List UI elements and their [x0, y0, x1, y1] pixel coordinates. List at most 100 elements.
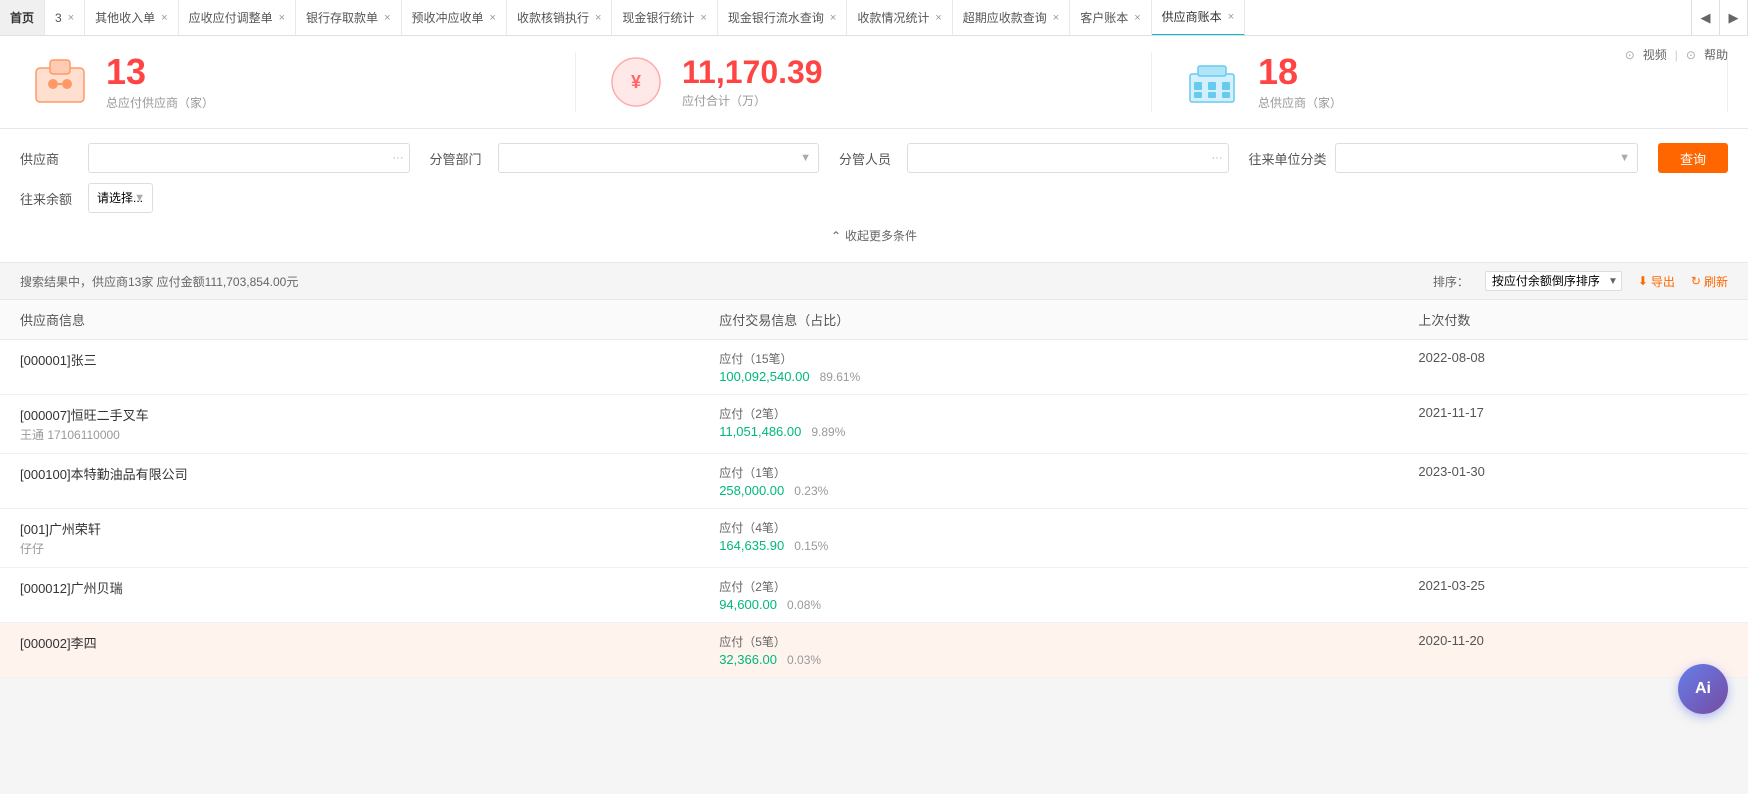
nav-close-bank[interactable]: × — [384, 12, 390, 24]
supplier-link[interactable]: [000002]李四 — [20, 636, 97, 651]
person-label: 分管人员 — [839, 149, 899, 168]
category-select[interactable] — [1335, 143, 1638, 173]
filter-department: 分管部门 ▼ — [430, 143, 820, 173]
supplier-link[interactable]: [000100]本特勤油品有限公司 — [20, 467, 188, 482]
col-supplier-info: 供应商信息 — [0, 300, 699, 340]
nav-tab-3[interactable]: 3 × — [45, 0, 85, 36]
export-label: 导出 — [1651, 273, 1675, 290]
nav-cash-bank-flow-label: 现金银行流水查询 — [728, 9, 824, 26]
circle-icon-2: ⊙ — [1686, 48, 1696, 62]
transaction-info-cell: 应付（1笔）258,000.000.23% — [699, 454, 1398, 509]
filter-person: 分管人员 ··· — [839, 143, 1229, 173]
sort-select[interactable]: 按应付余额倒序排序 — [1485, 271, 1622, 291]
refresh-button[interactable]: ↻ 刷新 — [1691, 273, 1728, 290]
transaction-percent: 0.15% — [794, 539, 828, 553]
supplier-link[interactable]: [001]广州荣轩 — [20, 522, 101, 537]
nav-prev-arrow[interactable]: ◀ — [1692, 0, 1720, 36]
filter-balance: 往来余额 请选择... ▼ — [20, 183, 153, 213]
nav-next-arrow[interactable]: ▶ — [1720, 0, 1748, 36]
export-icon: ⬇ — [1638, 274, 1648, 288]
export-button[interactable]: ⬇ 导出 — [1638, 273, 1675, 290]
supplier-info-cell: [000002]李四 — [0, 623, 699, 678]
transaction-label: 应付（2笔） — [719, 578, 1378, 595]
nav-close-customer-ledger[interactable]: × — [1134, 12, 1140, 24]
nav-close-prepay[interactable]: × — [490, 12, 496, 24]
department-select[interactable] — [498, 143, 820, 173]
table-row: [000001]张三应付（15笔）100,092,540.0089.61%202… — [0, 340, 1748, 395]
last-payment-cell: 2021-11-17 — [1398, 395, 1748, 454]
nav-close-overdue-ar[interactable]: × — [1053, 12, 1059, 24]
stat-1-content: 13 总应付供应商（家） — [106, 54, 214, 111]
supplier-info-cell: [000001]张三 — [0, 340, 699, 395]
supplier-input-dots[interactable]: ··· — [393, 152, 404, 164]
nav-close-3[interactable]: × — [68, 12, 74, 24]
transaction-percent: 0.23% — [794, 484, 828, 498]
nav-bank-label: 银行存取款单 — [306, 9, 378, 26]
transaction-info-cell: 应付（5笔）32,366.000.03% — [699, 623, 1398, 678]
balance-label: 往来余额 — [20, 189, 80, 208]
ai-button[interactable]: Ai — [1678, 664, 1728, 714]
query-button[interactable]: 查询 — [1658, 143, 1728, 173]
nav-cash-bank-stat-label: 现金银行统计 — [622, 9, 694, 26]
top-navigation: 首页 3 × 其他收入单 × 应收应付调整单 × 银行存取款单 × 预收冲应收单… — [0, 0, 1748, 36]
video-link[interactable]: 视频 — [1643, 46, 1667, 63]
collapse-button[interactable]: ⌃ 收起更多条件 — [20, 223, 1728, 248]
nav-close-receipt-verify[interactable]: × — [595, 12, 601, 24]
nav-other-income-label: 其他收入单 — [95, 9, 155, 26]
nav-tab-customer-ledger[interactable]: 客户账本 × — [1070, 0, 1151, 36]
filter-row-1: 供应商 ··· 分管部门 ▼ 分管人员 ··· 往来单位分类 — [20, 143, 1728, 173]
nav-customer-ledger-label: 客户账本 — [1080, 9, 1128, 26]
nav-tab-overdue-ar[interactable]: 超期应收款查询 × — [953, 0, 1070, 36]
supplier-info-cell: [000100]本特勤油品有限公司 — [0, 454, 699, 509]
nav-close-supplier-ledger[interactable]: × — [1228, 11, 1234, 23]
nav-close-receipt-stat[interactable]: × — [935, 12, 941, 24]
nav-close-other-income[interactable]: × — [161, 12, 167, 24]
person-input[interactable] — [907, 143, 1229, 173]
nav-tab-receipt-stat[interactable]: 收款情况统计 × — [847, 0, 952, 36]
filter-category: 往来单位分类 ▼ — [1249, 143, 1639, 173]
nav-tab-3-label: 3 — [55, 11, 62, 25]
category-label: 往来单位分类 — [1249, 149, 1327, 168]
table-header: 供应商信息 应付交易信息（占比） 上次付数 — [0, 300, 1748, 340]
person-input-wrap: ··· — [907, 143, 1229, 173]
nav-tab-bank-deposit[interactable]: 银行存取款单 × — [296, 0, 401, 36]
nav-tab-other-income[interactable]: 其他收入单 × — [85, 0, 178, 36]
transaction-amount: 164,635.90 — [719, 538, 784, 553]
nav-tab-cash-bank-stat[interactable]: 现金银行统计 × — [612, 0, 717, 36]
table-row: [000100]本特勤油品有限公司应付（1笔）258,000.000.23%20… — [0, 454, 1748, 509]
nav-close-ar-ap[interactable]: × — [279, 12, 285, 24]
refresh-icon: ↻ — [1691, 274, 1701, 288]
supplier-table: 供应商信息 应付交易信息（占比） 上次付数 [000001]张三应付（15笔）1… — [0, 300, 1748, 678]
transaction-label: 应付（5笔） — [719, 633, 1378, 650]
nav-close-cash-bank-stat[interactable]: × — [700, 12, 706, 24]
nav-close-cash-bank-flow[interactable]: × — [830, 12, 836, 24]
supplier-label: 供应商 — [20, 149, 80, 168]
results-summary: 搜索结果中，供应商13家 应付金额111,703,854.00元 — [20, 273, 298, 290]
circle-icon: ⊙ — [1625, 48, 1635, 62]
supplier-link[interactable]: [000007]恒旺二手叉车 — [20, 408, 149, 423]
category-select-wrap: ▼ — [1335, 143, 1638, 173]
supplier-link[interactable]: [000001]张三 — [20, 353, 97, 368]
balance-select[interactable]: 请选择... — [88, 183, 153, 213]
person-input-dots[interactable]: ··· — [1212, 152, 1223, 164]
nav-tab-receipt-verify[interactable]: 收款核销执行 × — [507, 0, 612, 36]
balance-select-wrap: 请选择... ▼ — [88, 183, 153, 213]
transaction-info-cell: 应付（2笔）94,600.000.08% — [699, 568, 1398, 623]
nav-tab-home[interactable]: 首页 — [0, 0, 45, 36]
help-link[interactable]: 帮助 — [1704, 46, 1728, 63]
nav-tab-prepay[interactable]: 预收冲应收单 × — [402, 0, 507, 36]
supplier-info-cell: [000012]广州贝瑞 — [0, 568, 699, 623]
supplier-link[interactable]: [000012]广州贝瑞 — [20, 581, 123, 596]
filter-section: 供应商 ··· 分管部门 ▼ 分管人员 ··· 往来单位分类 — [0, 129, 1748, 263]
supplier-icon-1 — [30, 52, 90, 112]
transaction-percent: 0.08% — [787, 598, 821, 612]
nav-tab-cash-bank-flow[interactable]: 现金银行流水查询 × — [718, 0, 847, 36]
stat-1-number: 13 — [106, 54, 214, 90]
stat-3-label: 总供应商（家） — [1258, 94, 1342, 111]
last-payment-cell: 2021-03-25 — [1398, 568, 1748, 623]
nav-ar-ap-label: 应收应付调整单 — [189, 9, 273, 26]
supplier-input[interactable] — [88, 143, 410, 173]
department-label: 分管部门 — [430, 149, 490, 168]
nav-tab-supplier-ledger[interactable]: 供应商账本 × — [1152, 0, 1245, 36]
nav-tab-ar-ap-adjust[interactable]: 应收应付调整单 × — [179, 0, 296, 36]
